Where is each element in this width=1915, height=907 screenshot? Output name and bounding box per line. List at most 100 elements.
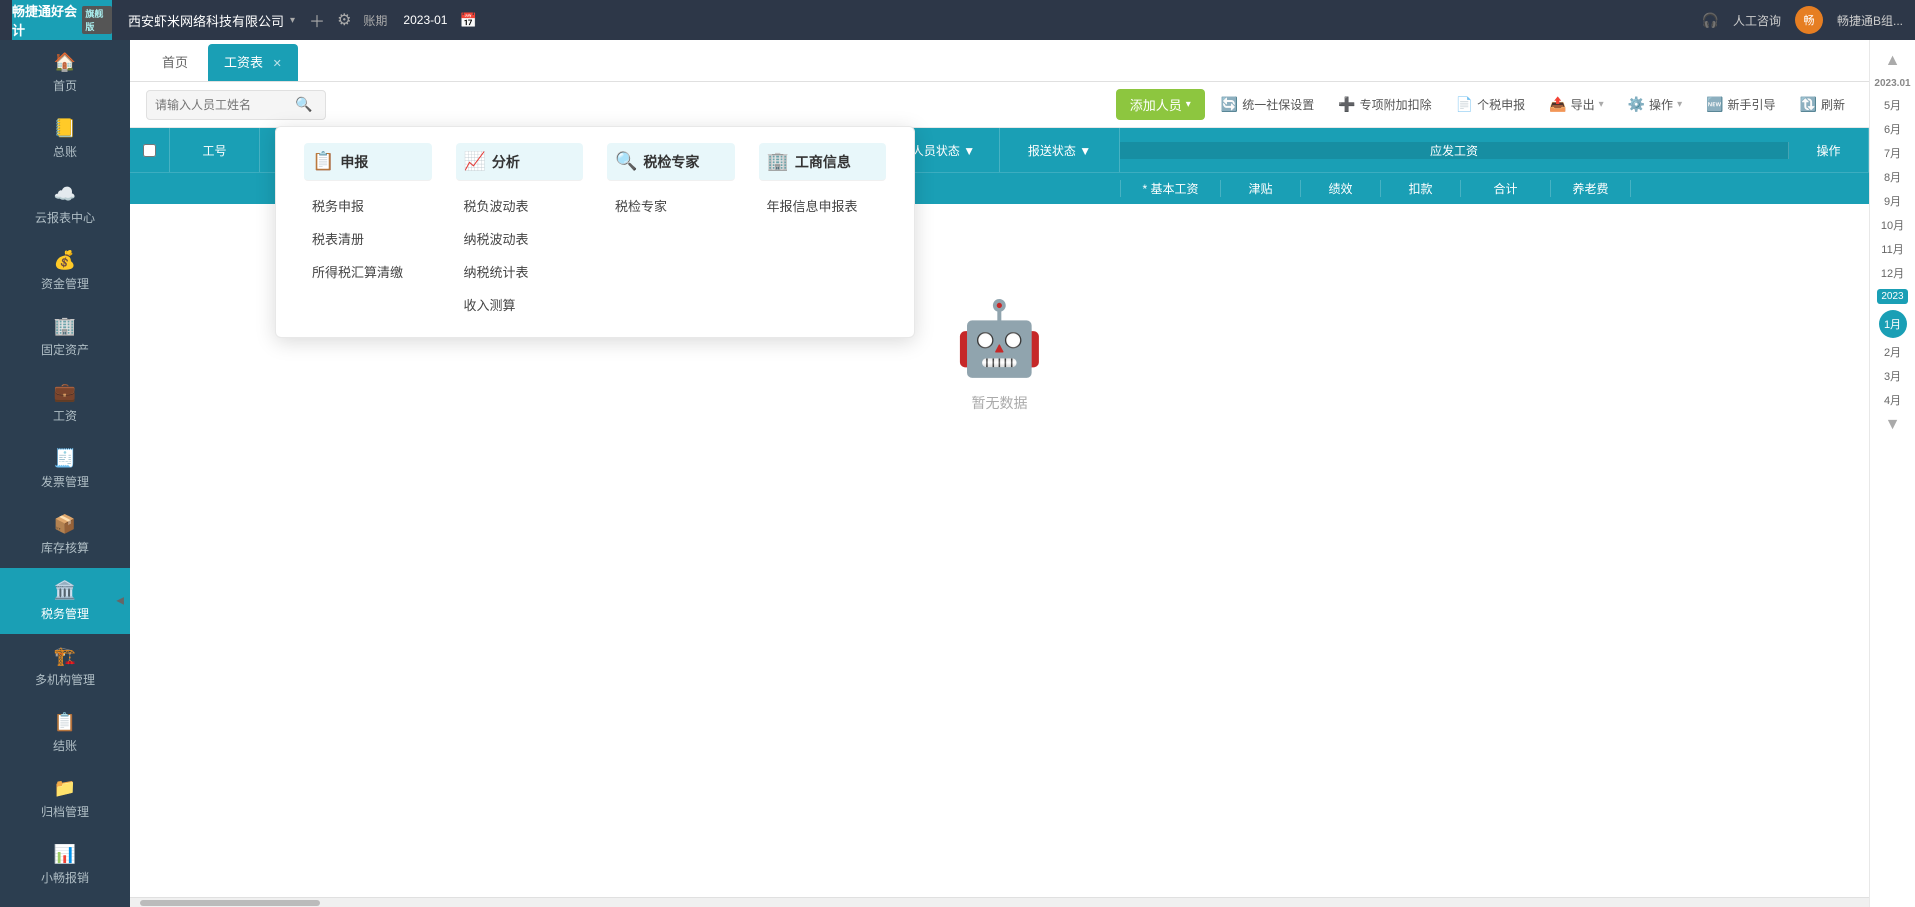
month-11[interactable]: 11月: [1870, 237, 1915, 261]
sidebar: 🏠 首页 📒 总账 ☁️ 云报表中心 💰 资金管理 🏢 固定资产 💼 工资 🧾 …: [0, 40, 130, 907]
th-pension: 养老费: [1551, 180, 1631, 197]
avatar: 畅: [1795, 6, 1823, 34]
sidebar-item-archive[interactable]: 📁 归档管理: [0, 766, 130, 832]
operation-icon: ⚙️: [1628, 96, 1645, 113]
month-5[interactable]: 5月: [1870, 93, 1915, 117]
refresh-btn[interactable]: 🔃 刷新: [1792, 92, 1853, 117]
th-perf: 绩效: [1301, 180, 1381, 197]
month-2[interactable]: 2月: [1870, 340, 1915, 364]
panel-down-arrow[interactable]: ▼: [1881, 412, 1905, 438]
sidebar-label-home: 首页: [53, 77, 77, 94]
business-icon: 🏢: [767, 151, 789, 172]
add-person-button[interactable]: 添加人员 ▾: [1116, 89, 1205, 120]
unified-social-security-btn[interactable]: 🔄 统一社保设置: [1213, 92, 1322, 117]
tab-close-icon[interactable]: ✕: [273, 58, 282, 70]
sidebar-label-tax: 税务管理: [41, 605, 89, 622]
add-chevron-icon: ▾: [1186, 99, 1191, 110]
popup-item-tax-expert[interactable]: 税检专家: [607, 189, 735, 222]
scrollbar[interactable]: [130, 897, 1869, 907]
app-logo: 畅捷通好会计 旗舰版: [12, 0, 112, 40]
sidebar-item-salary[interactable]: 💼 工资: [0, 370, 130, 436]
add-icon[interactable]: ＋: [309, 8, 325, 32]
sidebar-item-inventory[interactable]: 📦 库存核算: [0, 502, 130, 568]
popup-item-tax-form[interactable]: 税表清册: [304, 222, 432, 255]
operation-btn[interactable]: ⚙️ 操作 ▾: [1620, 92, 1690, 117]
month-10[interactable]: 10月: [1870, 213, 1915, 237]
sidebar-item-assets[interactable]: 🏢 固定资产: [0, 304, 130, 370]
archive-icon: 📁: [54, 778, 76, 799]
special-deduction-icon: ➕: [1338, 96, 1355, 113]
sidebar-item-close-accounts[interactable]: 📋 结账: [0, 700, 130, 766]
sidebar-item-ledger[interactable]: 📒 总账: [0, 106, 130, 172]
special-deduction-btn[interactable]: ➕ 专项附加扣除: [1330, 92, 1439, 117]
empty-icon: 🤖: [955, 296, 1045, 381]
multi-org-icon: 🏗️: [54, 646, 76, 667]
panel-up-arrow[interactable]: ▲: [1881, 48, 1905, 74]
help-label[interactable]: 人工咨询: [1733, 12, 1781, 29]
search-input[interactable]: [155, 98, 295, 112]
sidebar-item-cloud-report[interactable]: ☁️ 云报表中心: [0, 172, 130, 238]
calendar-icon[interactable]: 📅: [459, 12, 476, 29]
popup-item-tax-stats[interactable]: 纳税统计表: [456, 255, 584, 288]
th-deduct: 扣款: [1381, 180, 1461, 197]
popup-section-analysis: 📈 分析 税负波动表 纳税波动表 纳税统计表 收入测算: [444, 143, 596, 321]
month-6[interactable]: 6月: [1870, 117, 1915, 141]
content-area: 首页 工资表 ✕ 🔍 添加人员 ▾ 🔄 统一社保设置: [130, 40, 1869, 907]
month-7[interactable]: 7月: [1870, 141, 1915, 165]
sidebar-label-archive: 归档管理: [41, 803, 89, 820]
main-layout: 🏠 首页 📒 总账 ☁️ 云报表中心 💰 资金管理 🏢 固定资产 💼 工资 🧾 …: [0, 40, 1915, 907]
year-label-prev: 2023.01: [1874, 78, 1910, 89]
popup-item-income-tax-clear[interactable]: 所得税汇算清缴: [304, 255, 432, 288]
guide-btn[interactable]: 🆕 新手引导: [1698, 92, 1783, 117]
expense-icon: 📊: [54, 844, 76, 865]
popup-item-annual-report[interactable]: 年报信息申报表: [759, 189, 887, 222]
popup-item-tax-payment[interactable]: 纳税波动表: [456, 222, 584, 255]
select-all-checkbox[interactable]: [143, 144, 156, 157]
sidebar-item-settings[interactable]: ⚙️ 基础设置: [0, 898, 130, 907]
month-1-active[interactable]: 1月: [1879, 310, 1907, 338]
th-id: 工号: [170, 128, 260, 172]
popup-section-title-analysis: 📈 分析: [456, 143, 584, 181]
sidebar-item-invoice[interactable]: 🧾 发票管理: [0, 436, 130, 502]
operation-chevron-icon: ▾: [1677, 99, 1682, 110]
month-12[interactable]: 12月: [1870, 261, 1915, 285]
scroll-thumb[interactable]: [140, 900, 320, 906]
th-base-wage: * 基本工资: [1121, 180, 1221, 197]
export-btn[interactable]: 📤 导出 ▾: [1541, 92, 1611, 117]
month-9[interactable]: 9月: [1870, 189, 1915, 213]
th-op: 操作: [1789, 128, 1869, 172]
sidebar-item-fund[interactable]: 💰 资金管理: [0, 238, 130, 304]
refresh-icon: 🔃: [1800, 96, 1817, 113]
popup-item-tax-declare[interactable]: 税务申报: [304, 189, 432, 222]
close-accounts-icon: 📋: [54, 712, 76, 733]
individual-tax-btn[interactable]: 📄 个税申报: [1448, 92, 1533, 117]
popup-item-tax-burden[interactable]: 税负波动表: [456, 189, 584, 222]
user-name[interactable]: 畅捷通B组...: [1837, 12, 1903, 29]
month-4[interactable]: 4月: [1870, 388, 1915, 412]
help-icon: 🎧: [1702, 12, 1719, 29]
tab-salary[interactable]: 工资表 ✕: [208, 44, 298, 81]
sidebar-label-fund: 资金管理: [41, 275, 89, 292]
sidebar-label-multi-org: 多机构管理: [35, 671, 95, 688]
th-checkbox[interactable]: [130, 128, 170, 172]
social-security-icon: 🔄: [1221, 96, 1238, 113]
sidebar-label-inventory: 库存核算: [41, 539, 89, 556]
sidebar-item-multi-org[interactable]: 🏗️ 多机构管理: [0, 634, 130, 700]
company-selector[interactable]: 西安虾米网络科技有限公司 ▾: [128, 11, 295, 30]
sidebar-label-cloud: 云报表中心: [35, 209, 95, 226]
tab-home[interactable]: 首页: [146, 44, 204, 81]
sidebar-item-expense[interactable]: 📊 小畅报销: [0, 832, 130, 898]
sidebar-item-home[interactable]: 🏠 首页: [0, 40, 130, 106]
cloud-icon: ☁️: [54, 184, 76, 205]
popup-item-income-calc[interactable]: 收入测算: [456, 288, 584, 321]
month-8[interactable]: 8月: [1870, 165, 1915, 189]
sidebar-item-tax[interactable]: 🏛️ 税务管理 ◀: [0, 568, 130, 634]
top-bar-right: 🎧 人工咨询 畅 畅捷通B组...: [1702, 6, 1903, 34]
settings-icon[interactable]: ⚙: [337, 10, 351, 30]
popup-section-title-declare: 📋 申报: [304, 143, 432, 181]
sidebar-label-salary: 工资: [53, 407, 77, 424]
invoice-icon: 🧾: [54, 448, 76, 469]
th-subsidy: 津贴: [1221, 180, 1301, 197]
right-panel: ▲ 2023.01 5月 6月 7月 8月 9月 10月 11月 12月 202…: [1869, 40, 1915, 907]
month-3[interactable]: 3月: [1870, 364, 1915, 388]
